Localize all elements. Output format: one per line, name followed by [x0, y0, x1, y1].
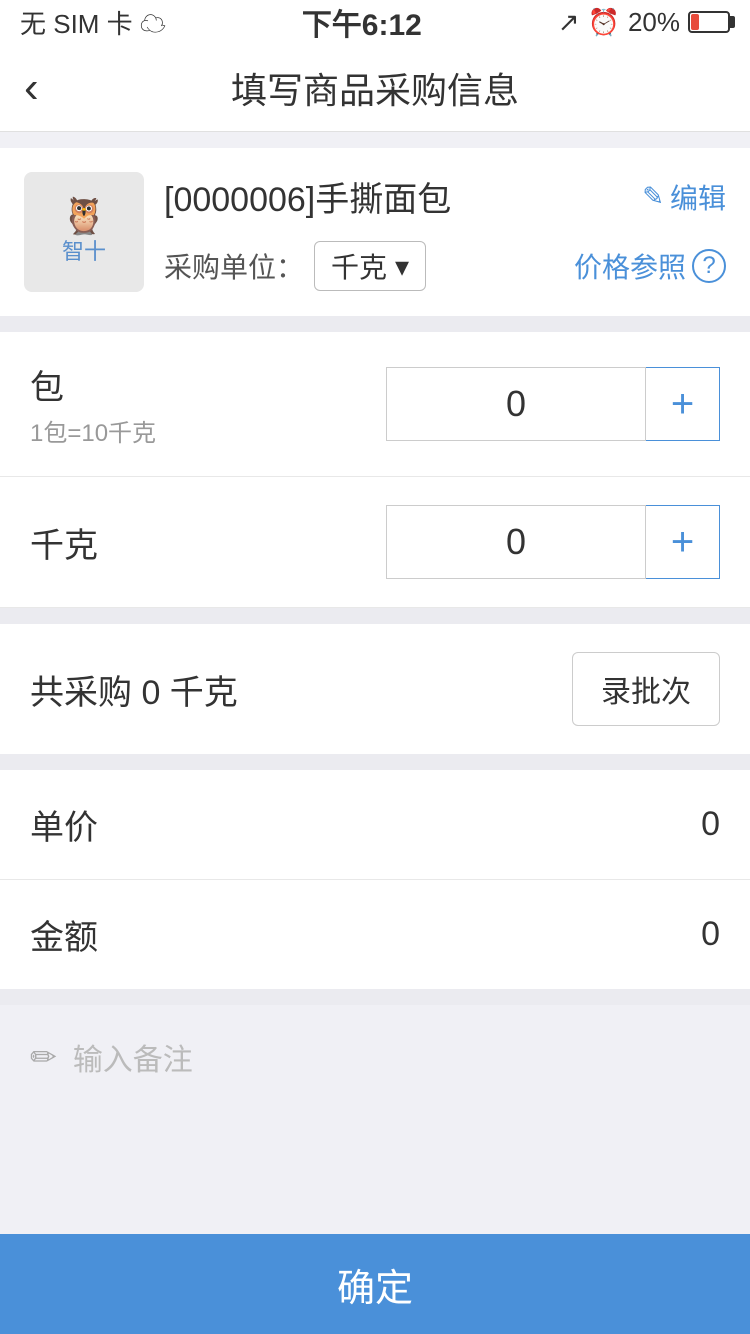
status-left: 无 SIM 卡 ☁ — [20, 4, 166, 41]
location-icon: ↗ — [558, 7, 580, 38]
product-card: 🦉 智十 [0000006]手撕面包 ✎ 编辑 采购单位： 千克 ▾ — [0, 148, 750, 316]
page-title: 填写商品采购信息 — [231, 62, 519, 114]
note-placeholder: 输入备注 — [73, 1035, 193, 1079]
nav-bar: ‹ 填写商品采购信息 — [0, 44, 750, 132]
amount-row: 金额 0 — [0, 880, 750, 989]
divider-3 — [0, 754, 750, 770]
amount-value: 0 — [701, 915, 720, 954]
price-ref-label: 价格参照 — [574, 246, 686, 286]
bag-main-label: 包 — [30, 360, 156, 409]
battery-percent: 20% — [628, 7, 680, 38]
confirm-button-label: 确定 — [337, 1257, 413, 1312]
amount-label: 金额 — [30, 910, 98, 959]
product-logo-text: 智十 — [62, 234, 106, 266]
content-spacer — [0, 1109, 750, 1234]
kg-section: 千克 + — [0, 477, 750, 608]
kg-input-row: 千克 + — [0, 477, 750, 608]
kg-label-group: 千克 — [30, 518, 98, 567]
unit-price-label: 单价 — [30, 800, 98, 849]
status-time: 下午6:12 — [302, 0, 422, 44]
product-info: [0000006]手撕面包 ✎ 编辑 采购单位： 千克 ▾ 价格参照 ? — [164, 172, 726, 291]
edit-icon: ✎ — [642, 181, 664, 212]
bag-quantity-input[interactable] — [386, 367, 646, 441]
confirm-button[interactable]: 确定 — [0, 1234, 750, 1334]
kg-plus-button[interactable]: + — [646, 505, 720, 579]
unit-select[interactable]: 千克 ▾ — [314, 241, 426, 291]
help-icon: ? — [692, 249, 726, 283]
bag-input-control: + — [386, 367, 720, 441]
bag-label-group: 包 1包=10千克 — [30, 360, 156, 448]
product-name: [0000006]手撕面包 — [164, 172, 451, 221]
divider-1 — [0, 316, 750, 332]
unit-label: 采购单位： — [164, 246, 304, 286]
product-unit-row: 采购单位： 千克 ▾ 价格参照 ? — [164, 241, 726, 291]
divider-2 — [0, 608, 750, 624]
price-section: 单价 0 金额 0 — [0, 770, 750, 989]
total-text: 共采购 0 千克 — [30, 665, 238, 714]
bag-sub-label: 1包=10千克 — [30, 413, 156, 448]
alarm-icon: ⏰ — [588, 7, 620, 38]
divider-4 — [0, 989, 750, 1005]
unit-price-value: 0 — [701, 805, 720, 844]
pencil-icon: ✏ — [30, 1038, 57, 1076]
unit-price-row: 单价 0 — [0, 770, 750, 880]
product-name-row: [0000006]手撕面包 ✎ 编辑 — [164, 172, 726, 221]
kg-main-label: 千克 — [30, 518, 98, 567]
bag-input-row: 包 1包=10千克 + — [0, 332, 750, 477]
back-button[interactable]: ‹ — [24, 66, 39, 110]
batch-button[interactable]: 录批次 — [572, 652, 720, 726]
status-right: ↗ ⏰ 20% — [558, 7, 730, 38]
price-ref-button[interactable]: 价格参照 ? — [574, 246, 726, 286]
product-thumbnail: 🦉 智十 — [24, 172, 144, 292]
note-section[interactable]: ✏ 输入备注 — [0, 1005, 750, 1109]
total-row: 共采购 0 千克 录批次 — [0, 624, 750, 754]
kg-quantity-input[interactable] — [386, 505, 646, 579]
edit-label: 编辑 — [670, 177, 726, 217]
bag-plus-button[interactable]: + — [646, 367, 720, 441]
chevron-down-icon: ▾ — [395, 250, 409, 283]
edit-button[interactable]: ✎ 编辑 — [642, 177, 726, 217]
unit-value: 千克 — [331, 246, 387, 286]
kg-input-control: + — [386, 505, 720, 579]
sim-text: 无 SIM 卡 ☁ — [20, 4, 166, 41]
status-bar: 无 SIM 卡 ☁ 下午6:12 ↗ ⏰ 20% — [0, 0, 750, 44]
bag-section: 包 1包=10千克 + — [0, 332, 750, 477]
product-logo-icon: 🦉 — [62, 198, 107, 234]
battery-icon — [688, 11, 730, 33]
